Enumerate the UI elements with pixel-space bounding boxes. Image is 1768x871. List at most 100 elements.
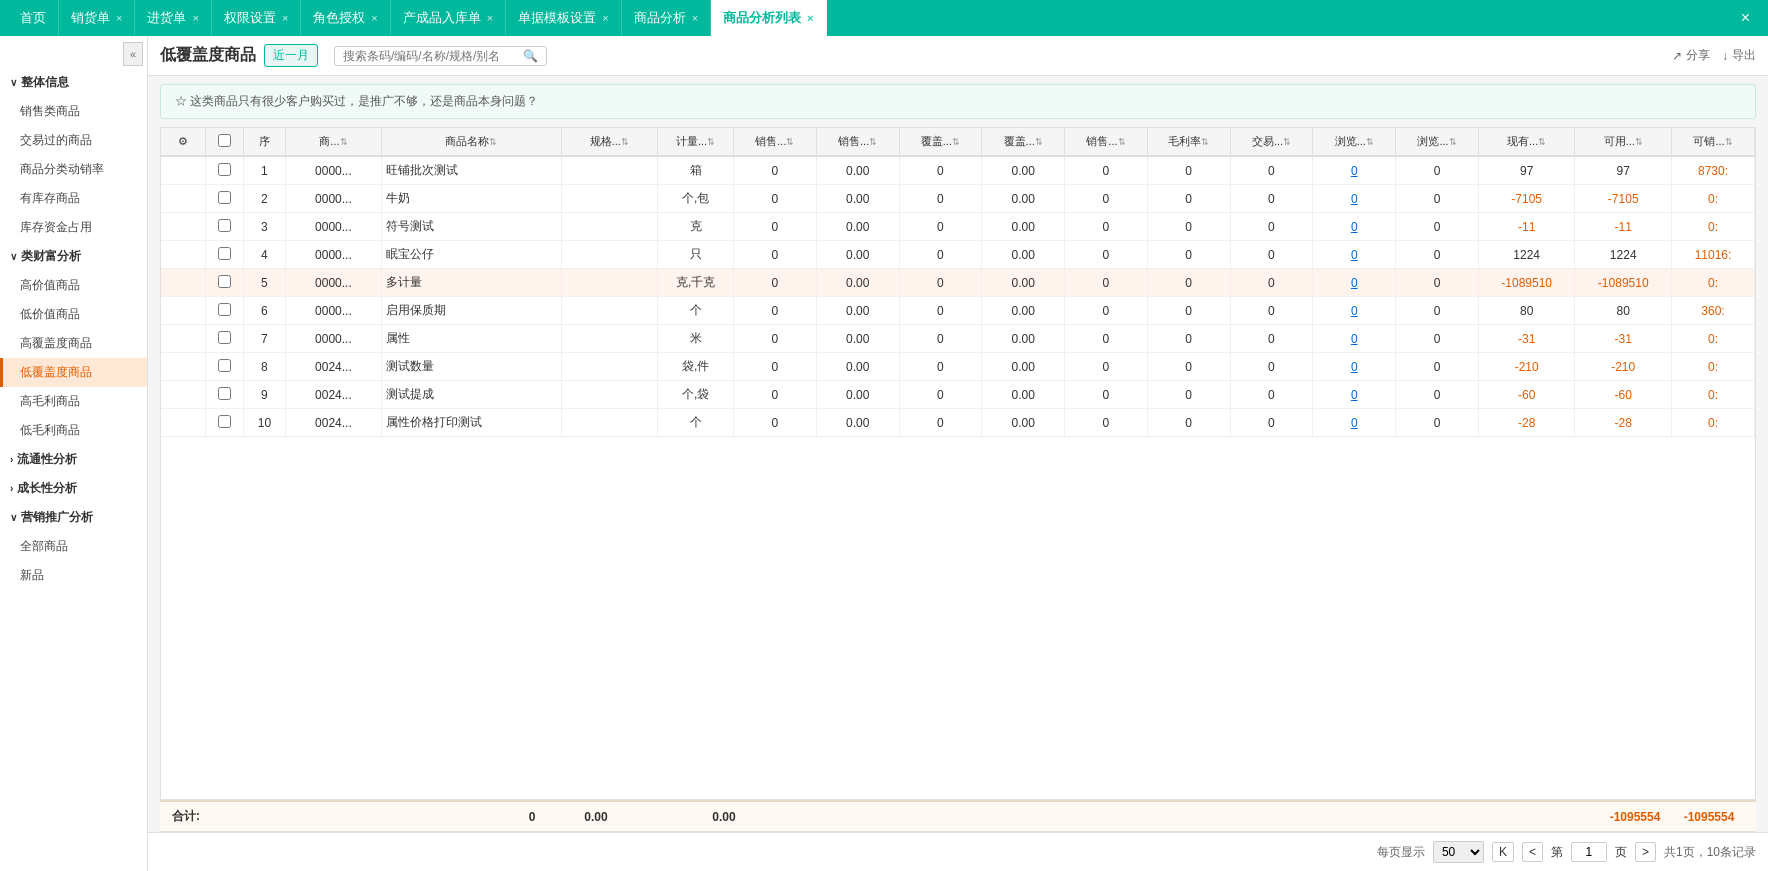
row-current-stock: -11 [1478, 213, 1575, 241]
row-coverage1: 0 [899, 156, 982, 185]
sidebar-item-stock-capital[interactable]: 库存资金占用 [0, 213, 147, 242]
col-sales-amt[interactable]: 销售...⇅ [816, 128, 899, 156]
col-unit[interactable]: 计量...⇅ [658, 128, 734, 156]
nav-close-sales-order[interactable]: × [116, 12, 122, 24]
sidebar-item-new-goods[interactable]: 新品 [0, 561, 147, 590]
row-checkbox[interactable] [205, 353, 244, 381]
row-checkbox[interactable] [205, 213, 244, 241]
row-browse1[interactable]: 0 [1313, 353, 1396, 381]
sidebar-item-in-stock[interactable]: 有库存商品 [0, 184, 147, 213]
col-gross-rate[interactable]: 毛利率⇅ [1147, 128, 1230, 156]
sidebar-item-low-value[interactable]: 低价值商品 [0, 300, 147, 329]
page-size-label: 每页显示 [1377, 844, 1425, 861]
col-settings[interactable]: ⚙ [161, 128, 205, 156]
row-checkbox[interactable] [205, 409, 244, 437]
row-checkbox[interactable] [205, 325, 244, 353]
row-sales-qty: 0 [733, 297, 816, 325]
col-product-id[interactable]: 商...⇅ [285, 128, 382, 156]
search-input[interactable] [343, 49, 523, 63]
row-browse1[interactable]: 0 [1313, 269, 1396, 297]
row-browse1[interactable]: 0 [1313, 185, 1396, 213]
row-checkbox[interactable] [205, 269, 244, 297]
col-sales-qty[interactable]: 销售...⇅ [733, 128, 816, 156]
row-checkbox[interactable] [205, 297, 244, 325]
sidebar-section-wealth[interactable]: ∨ 类财富分析 [0, 242, 147, 271]
nav-sales-order[interactable]: 销货单 × [59, 0, 135, 36]
row-available: -31 [1575, 325, 1672, 353]
nav-product-stock[interactable]: 产成品入库单 × [391, 0, 506, 36]
nav-close-product-stock[interactable]: × [487, 12, 493, 24]
nav-close-product-analysis-list[interactable]: × [807, 12, 813, 24]
sidebar-item-category-rate[interactable]: 商品分类动销率 [0, 155, 147, 184]
col-spec[interactable]: 规格...⇅ [561, 128, 658, 156]
row-checkbox[interactable] [205, 156, 244, 185]
row-gear [161, 213, 205, 241]
row-coverage1: 0 [899, 325, 982, 353]
sidebar-section-growth[interactable]: › 成长性分析 [0, 474, 147, 503]
first-page-button[interactable]: K [1492, 842, 1514, 862]
sidebar-section-overview[interactable]: ∨ 整体信息 [0, 68, 147, 97]
row-sales-qty: 0 [733, 185, 816, 213]
nav-close-product-analysis[interactable]: × [692, 12, 698, 24]
col-checkbox[interactable] [205, 128, 244, 156]
sidebar-item-all-goods[interactable]: 全部商品 [0, 532, 147, 561]
row-browse1[interactable]: 0 [1313, 213, 1396, 241]
nav-product-analysis[interactable]: 商品分析 × [622, 0, 711, 36]
row-browse1[interactable]: 0 [1313, 325, 1396, 353]
col-coverage1[interactable]: 覆盖...⇅ [899, 128, 982, 156]
share-button[interactable]: ↗ 分享 [1672, 47, 1710, 64]
col-product-name[interactable]: 商品名称⇅ [382, 128, 561, 156]
search-icon[interactable]: 🔍 [523, 49, 538, 63]
sidebar-item-low-coverage[interactable]: 低覆盖度商品 [0, 358, 147, 387]
nav-purchase-order[interactable]: 进货单 × [135, 0, 211, 36]
row-name: 符号测试 [382, 213, 561, 241]
row-checkbox[interactable] [205, 185, 244, 213]
time-filter-button[interactable]: 近一月 [264, 44, 318, 67]
nav-role-auth[interactable]: 角色授权 × [301, 0, 390, 36]
col-transaction[interactable]: 交易...⇅ [1230, 128, 1313, 156]
nav-close-role-auth[interactable]: × [371, 12, 377, 24]
row-current-stock: -31 [1478, 325, 1575, 353]
row-seq: 5 [244, 269, 285, 297]
nav-home[interactable]: 首页 [8, 0, 59, 36]
row-browse1[interactable]: 0 [1313, 241, 1396, 269]
prev-page-button[interactable]: < [1522, 842, 1543, 862]
page-size-select[interactable]: 20 50 100 200 [1433, 841, 1484, 863]
row-gear [161, 353, 205, 381]
row-checkbox[interactable] [205, 381, 244, 409]
export-button[interactable]: ↓ 导出 [1722, 47, 1756, 64]
nav-product-analysis-list[interactable]: 商品分析列表 × [711, 0, 826, 36]
row-checkbox[interactable] [205, 241, 244, 269]
sidebar-item-high-value[interactable]: 高价值商品 [0, 271, 147, 300]
sidebar-item-high-coverage[interactable]: 高覆盖度商品 [0, 329, 147, 358]
col-browse1[interactable]: 浏览...⇅ [1313, 128, 1396, 156]
sidebar-item-traded-goods[interactable]: 交易过的商品 [0, 126, 147, 155]
select-all-checkbox[interactable] [218, 134, 231, 147]
row-unit: 箱 [658, 156, 734, 185]
col-available[interactable]: 可用...⇅ [1575, 128, 1672, 156]
nav-close-template[interactable]: × [602, 12, 608, 24]
sidebar-item-sales-goods[interactable]: 销售类商品 [0, 97, 147, 126]
row-browse1[interactable]: 0 [1313, 381, 1396, 409]
sidebar-item-low-margin[interactable]: 低毛利商品 [0, 416, 147, 445]
next-page-button[interactable]: > [1635, 842, 1656, 862]
nav-permission[interactable]: 权限设置 × [212, 0, 301, 36]
nav-close-purchase[interactable]: × [192, 12, 198, 24]
sidebar-section-flow[interactable]: › 流通性分析 [0, 445, 147, 474]
col-browse2[interactable]: 浏览...⇅ [1396, 128, 1479, 156]
window-close-button[interactable]: × [1731, 9, 1760, 27]
sidebar-item-high-margin[interactable]: 高毛利商品 [0, 387, 147, 416]
row-browse1[interactable]: 0 [1313, 409, 1396, 437]
row-browse1[interactable]: 0 [1313, 156, 1396, 185]
row-id: 0024... [285, 353, 382, 381]
nav-template[interactable]: 单据模板设置 × [506, 0, 621, 36]
col-sellable[interactable]: 可销...⇅ [1672, 128, 1755, 156]
sidebar-toggle[interactable]: « [123, 42, 143, 66]
nav-close-permission[interactable]: × [282, 12, 288, 24]
col-sales-x[interactable]: 销售...⇅ [1065, 128, 1148, 156]
col-coverage2[interactable]: 覆盖...⇅ [982, 128, 1065, 156]
current-page-input[interactable] [1571, 842, 1607, 862]
col-current-stock[interactable]: 现有...⇅ [1478, 128, 1575, 156]
sidebar-section-marketing[interactable]: ∨ 营销推广分析 [0, 503, 147, 532]
row-browse1[interactable]: 0 [1313, 297, 1396, 325]
